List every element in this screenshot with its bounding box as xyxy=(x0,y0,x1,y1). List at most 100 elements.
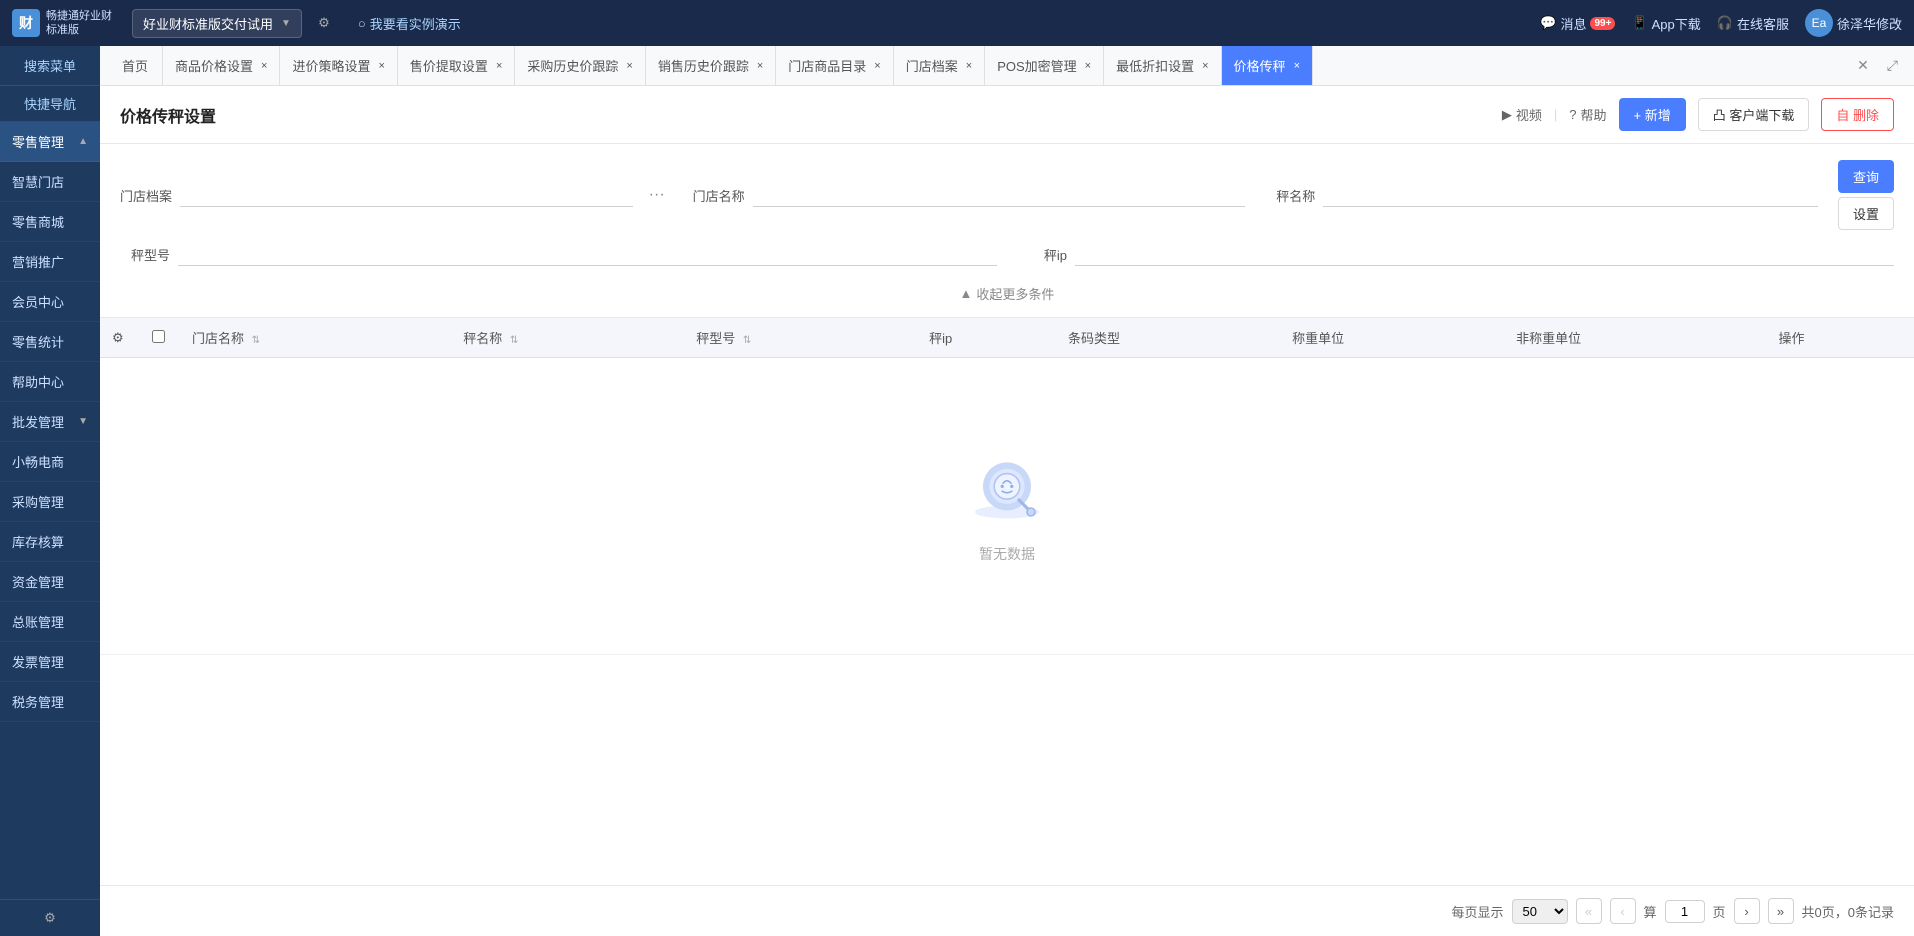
empty-text: 暂无数据 xyxy=(979,544,1035,564)
sidebar-search[interactable]: 搜索菜单 xyxy=(0,46,100,86)
total-info: 共0页，0条记录 xyxy=(1802,902,1894,921)
set-button[interactable]: 设置 xyxy=(1838,197,1894,230)
th-weight-unit: 称重单位 xyxy=(1280,318,1504,358)
tab-close-icon[interactable]: × xyxy=(378,60,384,72)
tab-home[interactable]: 首页 xyxy=(108,46,163,85)
scale-name-input[interactable] xyxy=(1323,183,1818,207)
scale-model-input[interactable] xyxy=(178,242,997,266)
per-page-select[interactable]: 10 20 50 100 xyxy=(1512,899,1568,924)
delete-button[interactable]: 自 删除 xyxy=(1821,98,1894,131)
empty-row: 暂无数据 xyxy=(100,358,1914,655)
app-download-btn[interactable]: 📱 App下载 xyxy=(1631,14,1700,33)
sidebar-item-wholesale[interactable]: 批发管理 ▼ xyxy=(0,402,100,442)
scale-ip-input[interactable] xyxy=(1075,242,1894,266)
sidebar: 搜索菜单 快捷导航 零售管理 ▲ 智慧门店 零售商城 营销推广 会员中心 零售统… xyxy=(0,46,100,936)
filter-store-archive: 门店档案 ··· xyxy=(120,183,673,207)
tab-store-archive[interactable]: 门店档案 × xyxy=(894,46,985,85)
tab-min-discount[interactable]: 最低折扣设置 × xyxy=(1104,46,1221,85)
sidebar-quick-nav[interactable]: 快捷导航 xyxy=(0,86,100,122)
sidebar-item-ecommerce[interactable]: 小畅电商 xyxy=(0,442,100,482)
sidebar-item-purchase[interactable]: 采购管理 xyxy=(0,482,100,522)
online-service-btn[interactable]: 🎧 在线客服 xyxy=(1717,14,1789,33)
tab-close-all-btn[interactable]: ✕ xyxy=(1849,51,1877,80)
logo-area: 财 畅捷通好业财 标准版 xyxy=(12,9,112,38)
tab-close-icon[interactable]: × xyxy=(626,60,632,72)
sidebar-item-retail-mall[interactable]: 零售商城 xyxy=(0,202,100,242)
message-icon: 💬 xyxy=(1540,15,1556,31)
th-store-name[interactable]: 门店名称 ⇅ xyxy=(180,318,451,358)
dots-button[interactable]: ··· xyxy=(641,184,673,206)
message-btn[interactable]: 💬 消息 99+ xyxy=(1540,14,1615,33)
settings-icon-btn[interactable]: ⚙ xyxy=(310,9,338,37)
user-menu-btn[interactable]: Ea 徐泽华修改 xyxy=(1805,9,1902,37)
collapse-button[interactable]: ▲ 收起更多条件 xyxy=(120,278,1894,309)
sidebar-item-marketing[interactable]: 营销推广 xyxy=(0,242,100,282)
sidebar-item-ledger[interactable]: 总账管理 xyxy=(0,602,100,642)
page-title: 价格传秤设置 xyxy=(120,103,216,127)
tab-close-icon[interactable]: × xyxy=(1294,60,1300,72)
sidebar-item-inventory[interactable]: 库存核算 xyxy=(0,522,100,562)
main-layout: 搜索菜单 快捷导航 零售管理 ▲ 智慧门店 零售商城 营销推广 会员中心 零售统… xyxy=(0,46,1914,936)
prev-page-btn[interactable]: ‹ xyxy=(1610,898,1636,924)
play-icon: ▶ xyxy=(1502,107,1512,123)
store-archive-input[interactable] xyxy=(180,183,633,207)
tab-sales-history[interactable]: 销售历史价跟踪 × xyxy=(646,46,776,85)
sidebar-item-tax[interactable]: 税务管理 xyxy=(0,682,100,722)
page-header: 价格传秤设置 ▶ 视频 | ? 帮助 + 新增 凸 客户端下载 自 删除 xyxy=(100,86,1914,144)
tab-close-icon[interactable]: × xyxy=(496,60,502,72)
content-area: 首页 商品价格设置 × 进价策略设置 × 售价提取设置 × 采购历史价跟踪 × … xyxy=(100,46,1914,936)
query-button[interactable]: 查询 xyxy=(1838,160,1894,193)
store-name-input[interactable] xyxy=(753,183,1246,207)
sort-icon: ⇅ xyxy=(743,335,751,346)
version-selector[interactable]: 好业财标准版交付试用 ▼ xyxy=(132,9,302,38)
scale-ip-label: 秤ip xyxy=(1017,245,1067,264)
tab-store-catalog[interactable]: 门店商品目录 × xyxy=(776,46,893,85)
tab-purchase-strategy[interactable]: 进价策略设置 × xyxy=(280,46,397,85)
demo-link[interactable]: ○ 我要看实例演示 xyxy=(358,14,461,33)
sort-icon: ⇅ xyxy=(510,335,518,346)
first-page-btn[interactable]: « xyxy=(1576,898,1602,924)
table-container: ⚙ 门店名称 ⇅ 秤名称 ⇅ 秤型号 ⇅ xyxy=(100,318,1914,885)
download-button[interactable]: 凸 客户端下载 xyxy=(1698,98,1810,131)
sidebar-item-smart-store[interactable]: 智慧门店 xyxy=(0,162,100,202)
help-link[interactable]: ? 帮助 xyxy=(1569,105,1606,124)
top-header: 财 畅捷通好业财 标准版 好业财标准版交付试用 ▼ ⚙ ○ 我要看实例演示 💬 … xyxy=(0,0,1914,46)
tab-close-icon[interactable]: × xyxy=(261,60,267,72)
select-all-checkbox[interactable] xyxy=(152,330,165,343)
tab-close-icon[interactable]: × xyxy=(1202,60,1208,72)
tab-product-price[interactable]: 商品价格设置 × xyxy=(163,46,280,85)
th-scale-model[interactable]: 秤型号 ⇅ xyxy=(684,318,917,358)
last-page-btn[interactable]: » xyxy=(1768,898,1794,924)
logo-text: 畅捷通好业财 标准版 xyxy=(46,9,112,38)
th-scale-name[interactable]: 秤名称 ⇅ xyxy=(451,318,684,358)
tab-close-icon[interactable]: × xyxy=(966,60,972,72)
chevron-down-icon: ▼ xyxy=(281,18,291,29)
tab-price-extract[interactable]: 售价提取设置 × xyxy=(398,46,515,85)
tab-price-scale[interactable]: 价格传秤 × xyxy=(1222,46,1313,85)
tab-purchase-history[interactable]: 采购历史价跟踪 × xyxy=(515,46,645,85)
th-operations: 操作 xyxy=(1767,318,1914,358)
filter-row-1: 门店档案 ··· 门店名称 秤名称 查询 设置 xyxy=(120,160,1894,230)
filter-scale-ip: 秤ip xyxy=(1017,242,1894,266)
sidebar-item-member[interactable]: 会员中心 xyxy=(0,282,100,322)
page-input[interactable] xyxy=(1665,900,1705,923)
sidebar-item-help[interactable]: 帮助中心 xyxy=(0,362,100,402)
th-settings[interactable]: ⚙ xyxy=(100,318,140,358)
tab-maximize-btn[interactable]: ⤢ xyxy=(1879,51,1906,80)
sidebar-item-retail-stats[interactable]: 零售统计 xyxy=(0,322,100,362)
next-page-btn[interactable]: › xyxy=(1734,898,1760,924)
add-button[interactable]: + 新增 xyxy=(1619,98,1686,131)
sidebar-item-invoice[interactable]: 发票管理 xyxy=(0,642,100,682)
tab-pos-encrypt[interactable]: POS加密管理 × xyxy=(985,46,1104,85)
video-link[interactable]: ▶ 视频 xyxy=(1502,105,1542,124)
tab-close-icon[interactable]: × xyxy=(874,60,880,72)
tab-close-icon[interactable]: × xyxy=(1085,60,1091,72)
sidebar-settings-btn[interactable]: ⚙ xyxy=(0,899,100,936)
sidebar-item-finance[interactable]: 资金管理 xyxy=(0,562,100,602)
th-scale-ip: 秤ip xyxy=(917,318,1056,358)
sidebar-item-retail[interactable]: 零售管理 ▲ xyxy=(0,122,100,162)
top-center: 好业财标准版交付试用 ▼ ⚙ ○ 我要看实例演示 xyxy=(112,9,1540,38)
tab-close-icon[interactable]: × xyxy=(757,60,763,72)
sort-icon: ⇅ xyxy=(252,335,260,346)
page-prefix-label: 算 xyxy=(1644,902,1657,921)
